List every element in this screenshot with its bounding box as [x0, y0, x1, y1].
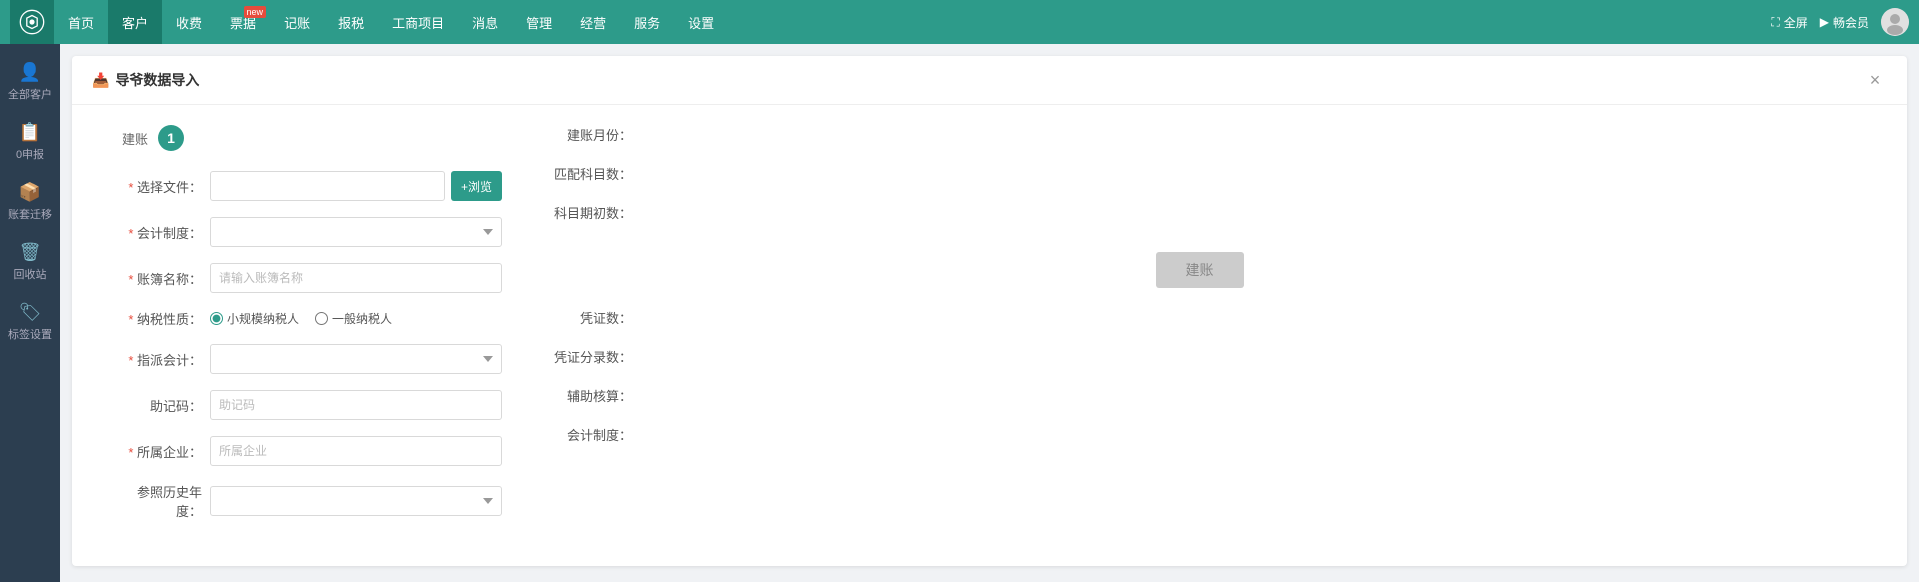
- top-navigation: 首页 客户 收费 票据 new 记账 报税 工商项目 消息 管理 经营: [0, 0, 1919, 44]
- accounting-row: 会计制度：: [122, 217, 502, 247]
- card-header: 📥 导爷数据导入 ×: [72, 56, 1907, 105]
- accountant-select[interactable]: [210, 344, 502, 374]
- nav-item-messages[interactable]: 消息: [458, 0, 512, 44]
- file-row: 选择文件： +浏览: [122, 171, 502, 201]
- general-taxpayer-option[interactable]: 一般纳税人: [315, 310, 392, 327]
- nav-item-operations[interactable]: 经营: [566, 0, 620, 44]
- info-section: 建账月份： 匹配科目数： 科目期初数： 建账: [522, 125, 1877, 536]
- avatar[interactable]: [1881, 8, 1909, 36]
- history-label: 参照历史年度：: [122, 482, 202, 520]
- build-btn-section: 建账: [542, 242, 1857, 288]
- nav-item-bookkeeping[interactable]: 记账: [270, 0, 324, 44]
- tags-icon: 🏷: [19, 302, 42, 323]
- tax-label: 纳税性质：: [122, 309, 202, 328]
- system-label: 会计制度：: [542, 425, 632, 444]
- step-label: 建账: [122, 129, 148, 148]
- memo-input[interactable]: [210, 390, 502, 420]
- all-clients-icon: 👤: [19, 62, 41, 83]
- ledger-row: 账簿名称：: [122, 263, 502, 293]
- init-label: 科目期初数：: [542, 203, 632, 222]
- ledger-input[interactable]: [210, 263, 502, 293]
- month-label: 建账月份：: [542, 125, 632, 144]
- zero-declare-icon: 📋: [19, 122, 41, 143]
- file-label: 选择文件：: [122, 177, 202, 196]
- accountant-label: 指派会计：: [122, 350, 202, 369]
- close-button[interactable]: ×: [1863, 68, 1887, 92]
- company-input[interactable]: [210, 436, 502, 466]
- small-taxpayer-option[interactable]: 小规模纳税人: [210, 310, 299, 327]
- ledger-label: 账簿名称：: [122, 269, 202, 288]
- aux-row: 辅助核算：: [542, 386, 1857, 405]
- logo[interactable]: [10, 0, 54, 44]
- fullscreen-icon: ⛶: [1771, 15, 1779, 30]
- sidebar-item-all-clients[interactable]: 👤 全部客户: [2, 54, 58, 110]
- month-row: 建账月份：: [542, 125, 1857, 144]
- member-button[interactable]: ▶ 畅会员: [1820, 14, 1869, 31]
- memo-label: 助记码：: [122, 396, 202, 415]
- nav-item-manage[interactable]: 管理: [512, 0, 566, 44]
- step-badge: 1: [158, 125, 184, 151]
- card-title: 📥 导爷数据导入: [92, 70, 199, 90]
- aux-label: 辅助核算：: [542, 386, 632, 405]
- nav-item-billing[interactable]: 收费: [162, 0, 216, 44]
- init-row: 科目期初数：: [542, 203, 1857, 222]
- main-layout: 👤 全部客户 📋 0申报 📦 账套迁移 🗑 回收站 🏷 标签设置 📥 导: [0, 44, 1919, 582]
- build-button[interactable]: 建账: [1156, 252, 1244, 288]
- accounting-label: 会计制度：: [122, 223, 202, 242]
- fullscreen-button[interactable]: ⛶ 全屏: [1771, 14, 1807, 31]
- voucher-entries-label: 凭证分录数：: [542, 347, 632, 366]
- nav-right: ⛶ 全屏 ▶ 畅会员: [1771, 8, 1909, 36]
- company-row: 所属企业：: [122, 436, 502, 466]
- content-area: 📥 导爷数据导入 × 建账 1 选择文件：: [60, 44, 1919, 582]
- tax-radio-group: 小规模纳税人 一般纳税人: [210, 310, 392, 327]
- new-badge: new: [244, 6, 267, 18]
- voucher-label: 凭证数：: [542, 308, 632, 327]
- nav-items: 首页 客户 收费 票据 new 记账 报税 工商项目 消息 管理 经营: [54, 0, 1771, 44]
- step-header: 建账 1: [122, 125, 502, 151]
- general-taxpayer-radio[interactable]: [315, 312, 328, 325]
- nav-item-business[interactable]: 工商项目: [378, 0, 458, 44]
- card-body: 建账 1 选择文件： +浏览 会计制度：: [72, 105, 1907, 566]
- migrate-icon: 📦: [19, 182, 41, 203]
- trash-icon: 🗑: [19, 242, 42, 263]
- form-section: 建账 1 选择文件： +浏览 会计制度：: [102, 125, 522, 536]
- tax-row: 纳税性质： 小规模纳税人 一般纳税人: [122, 309, 502, 328]
- sidebar-item-trash[interactable]: 🗑 回收站: [2, 234, 58, 290]
- nav-item-clients[interactable]: 客户: [108, 0, 162, 44]
- sidebar-item-zero-declare[interactable]: 📋 0申报: [2, 114, 58, 170]
- member-icon: ▶: [1820, 15, 1829, 29]
- import-card: 📥 导爷数据导入 × 建账 1 选择文件：: [72, 56, 1907, 566]
- sidebar-item-tags[interactable]: 🏷 标签设置: [2, 294, 58, 350]
- file-input[interactable]: [210, 171, 445, 201]
- browse-button[interactable]: +浏览: [451, 171, 502, 201]
- accountant-row: 指派会计：: [122, 344, 502, 374]
- company-label: 所属企业：: [122, 442, 202, 461]
- small-taxpayer-radio[interactable]: [210, 312, 223, 325]
- memo-row: 助记码：: [122, 390, 502, 420]
- voucher-entries-row: 凭证分录数：: [542, 347, 1857, 366]
- match-label: 匹配科目数：: [542, 164, 632, 183]
- sidebar: 👤 全部客户 📋 0申报 📦 账套迁移 🗑 回收站 🏷 标签设置: [0, 44, 60, 582]
- nav-item-settings[interactable]: 设置: [674, 0, 728, 44]
- nav-item-home[interactable]: 首页: [54, 0, 108, 44]
- history-select[interactable]: [210, 486, 502, 516]
- match-row: 匹配科目数：: [542, 164, 1857, 183]
- nav-item-tax[interactable]: 报税: [324, 0, 378, 44]
- accounting-select[interactable]: [210, 217, 502, 247]
- sidebar-item-migrate[interactable]: 📦 账套迁移: [2, 174, 58, 230]
- nav-item-services[interactable]: 服务: [620, 0, 674, 44]
- history-row: 参照历史年度：: [122, 482, 502, 520]
- system-row: 会计制度：: [542, 425, 1857, 444]
- voucher-row: 凭证数：: [542, 308, 1857, 327]
- import-icon: 📥: [92, 72, 109, 89]
- nav-item-invoice[interactable]: 票据 new: [216, 0, 270, 44]
